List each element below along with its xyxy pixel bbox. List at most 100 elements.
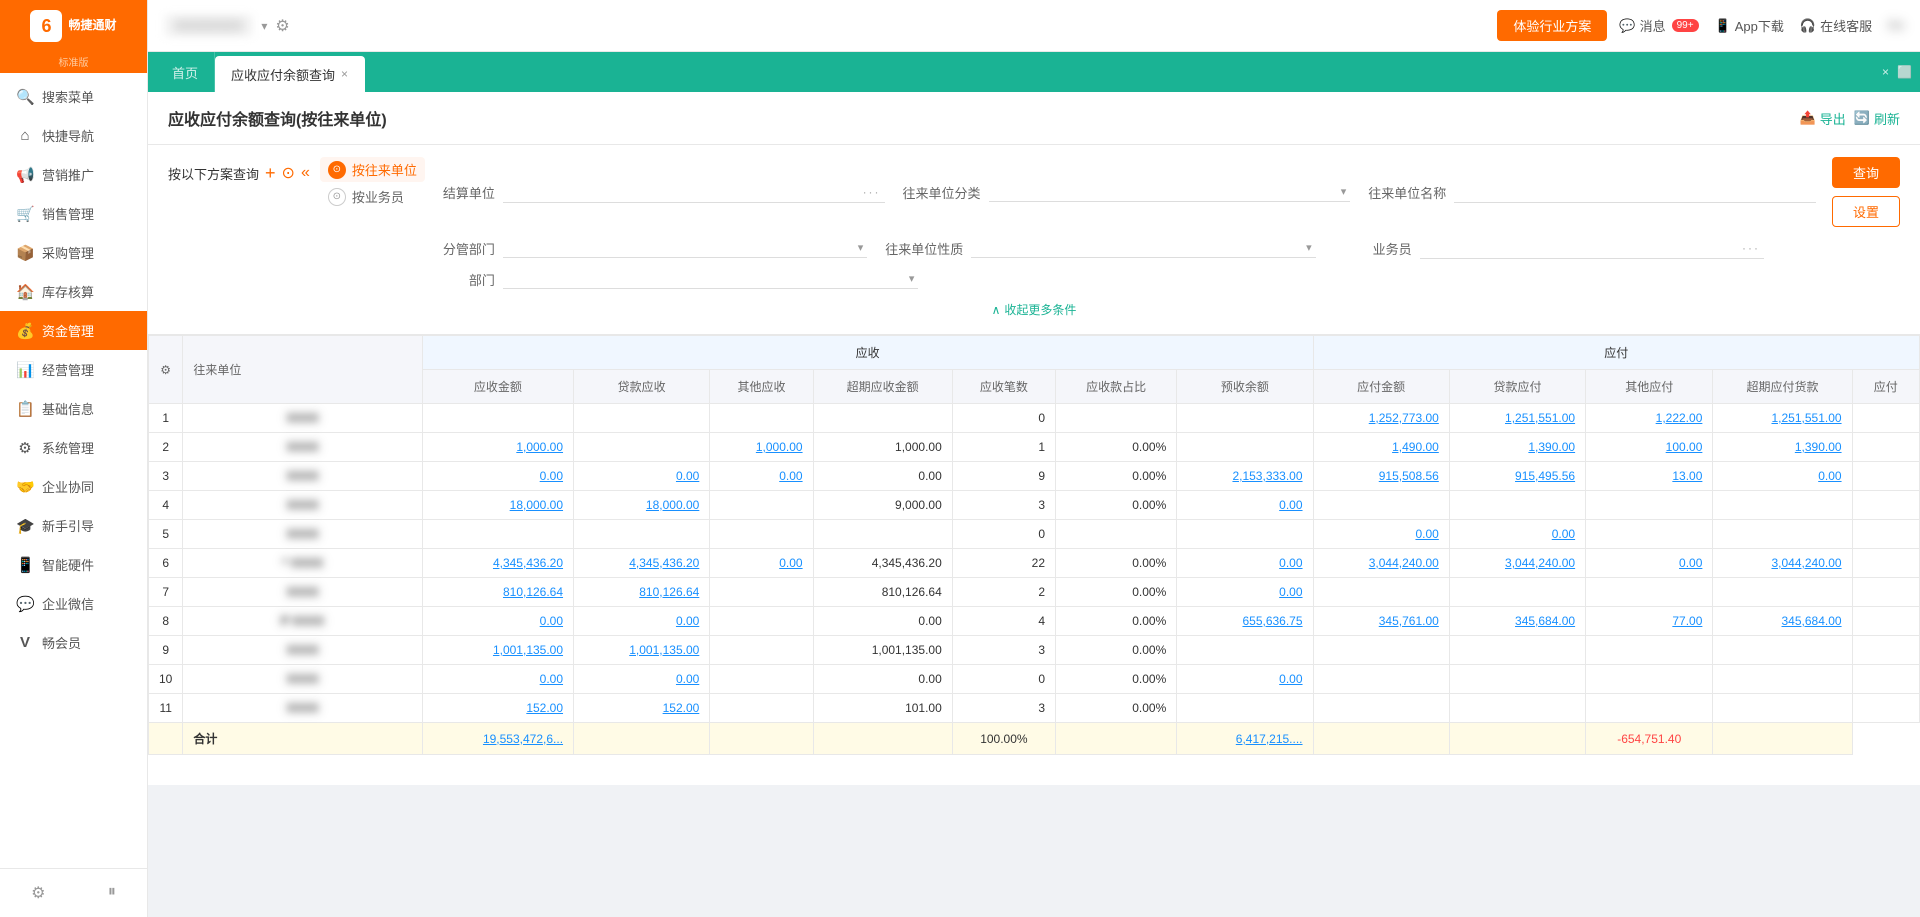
row-pay-overdue[interactable]: 0.00	[1713, 462, 1852, 491]
total-pay-amount[interactable]: 6,417,215....	[1177, 723, 1313, 755]
row-rec-amount[interactable]: 1,001,135.00	[422, 636, 573, 665]
message-btn[interactable]: 💬 消息 99+	[1619, 16, 1698, 35]
online-service-btn[interactable]: 🎧 在线客服	[1800, 16, 1872, 35]
user-name[interactable]: Rit	[1888, 18, 1904, 33]
query-btn[interactable]: 查询	[1832, 157, 1900, 188]
row-pay-overdue[interactable]: 1,251,551.00	[1713, 404, 1852, 433]
row-rec-other[interactable]	[710, 578, 813, 607]
sidebar-item-wechat[interactable]: 💬 企业微信	[0, 584, 147, 623]
row-rec-amount[interactable]: 0.00	[422, 462, 573, 491]
row-advance[interactable]: 0.00	[1177, 549, 1313, 578]
refresh-btn[interactable]: 🔄 刷新	[1854, 109, 1900, 128]
sidebar-item-member[interactable]: V 畅会员	[0, 623, 147, 662]
row-advance[interactable]	[1177, 694, 1313, 723]
sidebar-item-operations[interactable]: 📊 经营管理	[0, 350, 147, 389]
sidebar-item-purchase[interactable]: 📦 采购管理	[0, 233, 147, 272]
sidebar-collapse-btn[interactable]: ⏸	[102, 877, 122, 909]
row-pay-amount[interactable]	[1313, 636, 1449, 665]
tab-home[interactable]: 首页	[156, 52, 215, 92]
row-pay-loan[interactable]	[1449, 491, 1585, 520]
row-rec-loan[interactable]	[574, 520, 710, 549]
row-advance[interactable]	[1177, 433, 1313, 462]
row-pay-overdue[interactable]	[1713, 665, 1852, 694]
row-rec-other[interactable]	[710, 491, 813, 520]
sidebar-settings-btn[interactable]: ⚙	[25, 877, 51, 909]
export-btn[interactable]: 📤 导出	[1800, 109, 1846, 128]
sidebar-item-basic-info[interactable]: 📋 基础信息	[0, 389, 147, 428]
row-pay-amount[interactable]: 3,044,240.00	[1313, 549, 1449, 578]
scheme-settings-icon[interactable]: ⊙	[282, 163, 295, 183]
row-pay-amount[interactable]	[1313, 578, 1449, 607]
row-advance[interactable]: 2,153,333.00	[1177, 462, 1313, 491]
row-advance[interactable]: 0.00	[1177, 665, 1313, 694]
row-pay-amount[interactable]	[1313, 665, 1449, 694]
row-rec-loan[interactable]	[574, 404, 710, 433]
row-pay-loan[interactable]: 1,251,551.00	[1449, 404, 1585, 433]
salesman-input[interactable]: ···	[1420, 237, 1764, 259]
tab-receivable-query[interactable]: 应收应付余额查询 ×	[215, 56, 365, 92]
app-download-btn[interactable]: 📱 App下载	[1715, 16, 1784, 35]
row-pay-other[interactable]	[1586, 665, 1713, 694]
row-rec-loan[interactable]: 1,001,135.00	[574, 636, 710, 665]
add-scheme-btn[interactable]: +	[265, 164, 276, 182]
row-rec-amount[interactable]: 0.00	[422, 665, 573, 694]
row-rec-amount[interactable]: 810,126.64	[422, 578, 573, 607]
row-pay-other[interactable]: 13.00	[1586, 462, 1713, 491]
row-pay-amount[interactable]: 345,761.00	[1313, 607, 1449, 636]
row-advance[interactable]	[1177, 404, 1313, 433]
row-pay-overdue[interactable]	[1713, 520, 1852, 549]
row-pay-amount[interactable]: 915,508.56	[1313, 462, 1449, 491]
salesman-field[interactable]	[1424, 240, 1742, 255]
tab-close-all-icon[interactable]: ×	[1882, 65, 1889, 79]
tab-close-icon[interactable]: ×	[341, 67, 348, 81]
total-rec-amount[interactable]: 19,553,472,6...	[422, 723, 573, 755]
row-rec-other[interactable]	[710, 607, 813, 636]
row-rec-other[interactable]	[710, 404, 813, 433]
row-pay-overdue[interactable]: 345,684.00	[1713, 607, 1852, 636]
scheme-collapse-icon[interactable]: «	[301, 164, 310, 182]
tab-expand-icon[interactable]: ⬜	[1897, 65, 1912, 79]
sidebar-item-finance[interactable]: 💰 资金管理	[0, 311, 147, 350]
row-rec-other[interactable]: 1,000.00	[710, 433, 813, 462]
row-rec-other[interactable]: 0.00	[710, 549, 813, 578]
row-pay-amount[interactable]	[1313, 491, 1449, 520]
row-rec-loan[interactable]: 0.00	[574, 462, 710, 491]
row-pay-loan[interactable]: 0.00	[1449, 520, 1585, 549]
row-pay-other[interactable]	[1586, 578, 1713, 607]
row-rec-other[interactable]	[710, 520, 813, 549]
row-rec-loan[interactable]: 4,345,436.20	[574, 549, 710, 578]
row-pay-amount[interactable]: 1,252,773.00	[1313, 404, 1449, 433]
row-advance[interactable]: 0.00	[1177, 578, 1313, 607]
row-pay-loan[interactable]: 345,684.00	[1449, 607, 1585, 636]
row-pay-loan[interactable]: 915,495.56	[1449, 462, 1585, 491]
collapse-btn[interactable]: ∧ 收起更多条件	[168, 297, 1900, 322]
row-pay-other[interactable]: 100.00	[1586, 433, 1713, 462]
row-rec-loan[interactable]: 18,000.00	[574, 491, 710, 520]
row-pay-loan[interactable]	[1449, 665, 1585, 694]
row-pay-other[interactable]	[1586, 694, 1713, 723]
row-rec-loan[interactable]: 0.00	[574, 665, 710, 694]
row-pay-other[interactable]	[1586, 520, 1713, 549]
sidebar-item-guide[interactable]: 🎓 新手引导	[0, 506, 147, 545]
row-pay-loan[interactable]: 3,044,240.00	[1449, 549, 1585, 578]
row-pay-amount[interactable]: 1,490.00	[1313, 433, 1449, 462]
scheme-item-salesman[interactable]: ⊙ 按业务员	[320, 184, 425, 209]
settlement-unit-field[interactable]	[507, 184, 863, 199]
row-pay-overdue[interactable]	[1713, 694, 1852, 723]
sidebar-item-system[interactable]: ⚙ 系统管理	[0, 428, 147, 467]
settlement-unit-input[interactable]: ···	[503, 181, 885, 203]
row-rec-amount[interactable]: 1,000.00	[422, 433, 573, 462]
row-pay-overdue[interactable]: 1,390.00	[1713, 433, 1852, 462]
row-rec-amount[interactable]	[422, 404, 573, 433]
sidebar-item-marketing[interactable]: 📢 营销推广	[0, 155, 147, 194]
row-pay-amount[interactable]: 0.00	[1313, 520, 1449, 549]
row-pay-overdue[interactable]	[1713, 491, 1852, 520]
row-advance[interactable]: 0.00	[1177, 491, 1313, 520]
row-rec-loan[interactable]: 0.00	[574, 607, 710, 636]
row-rec-amount[interactable]: 0.00	[422, 607, 573, 636]
row-advance[interactable]	[1177, 520, 1313, 549]
row-pay-overdue[interactable]	[1713, 578, 1852, 607]
row-pay-loan[interactable]: 1,390.00	[1449, 433, 1585, 462]
row-rec-loan[interactable]: 810,126.64	[574, 578, 710, 607]
table-settings-icon[interactable]: ⚙	[160, 363, 171, 377]
